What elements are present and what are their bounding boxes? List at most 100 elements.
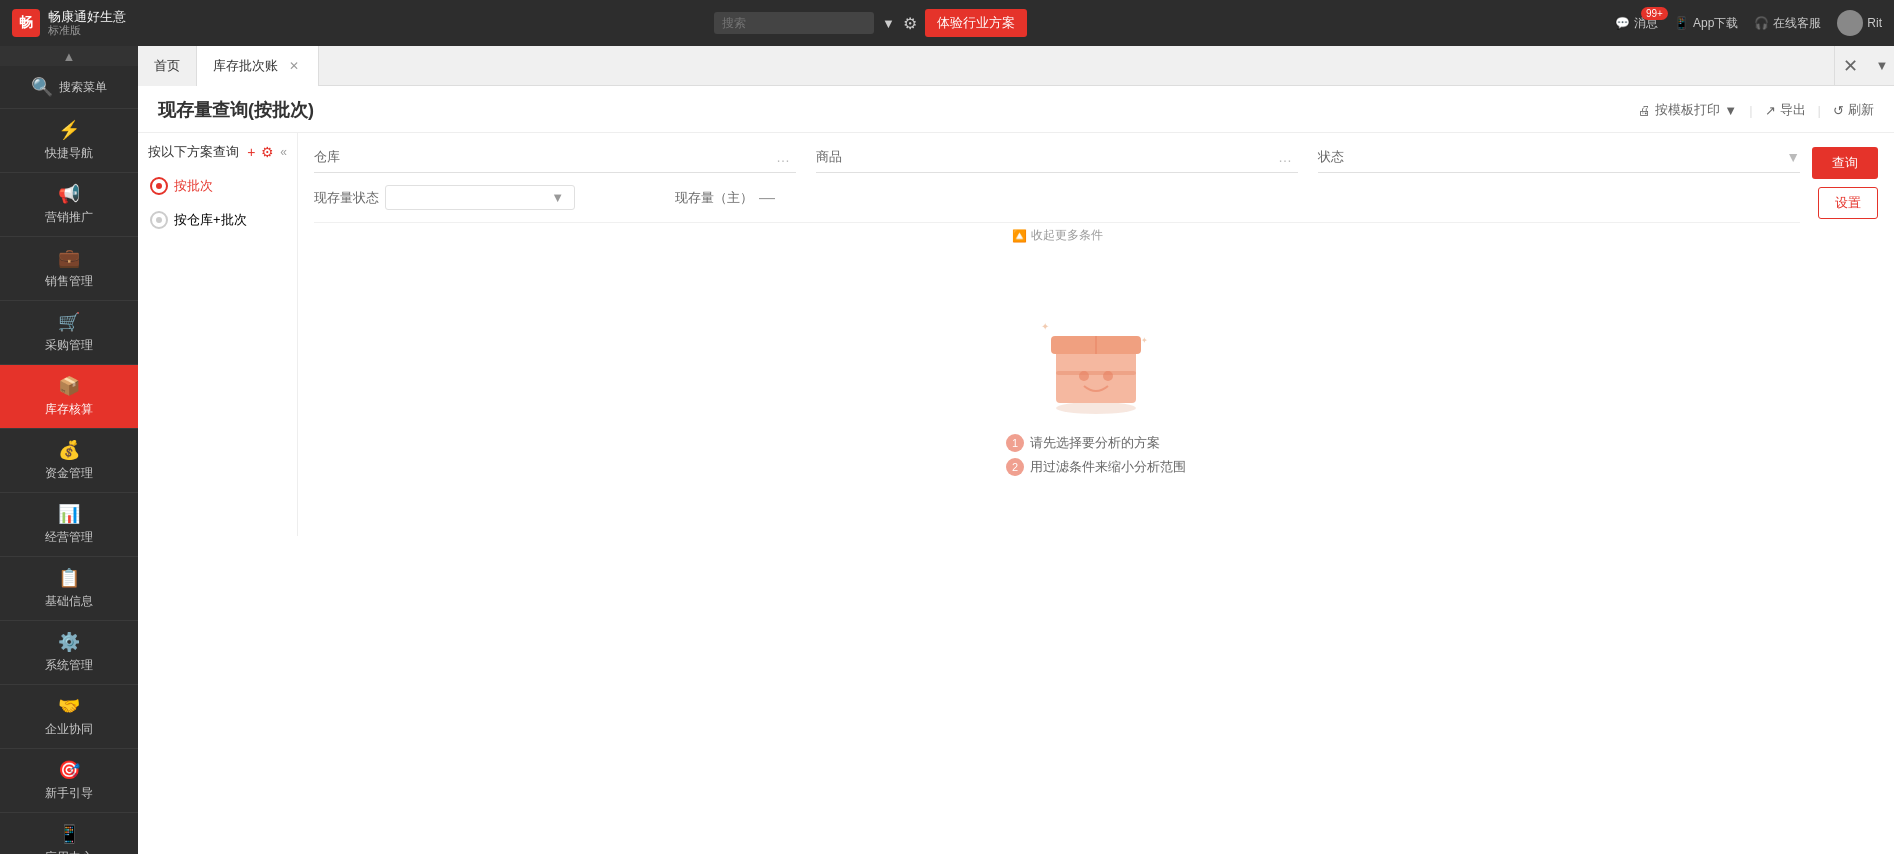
export-button[interactable]: ↗ 导出 xyxy=(1765,101,1806,119)
inventory-icon: 📦 xyxy=(58,375,80,397)
empty-hints: 1 请先选择要分析的方案 2 用过滤条件来缩小分析范围 xyxy=(1006,434,1186,476)
sep1: | xyxy=(1749,103,1752,118)
warehouse-input[interactable] xyxy=(342,147,770,166)
scheme-item-by-batch[interactable]: 按批次 xyxy=(138,169,297,203)
headset-icon: 🎧 xyxy=(1754,16,1769,30)
svg-rect-3 xyxy=(1056,348,1136,403)
sidebar-item-search[interactable]: 🔍 搜索菜单 xyxy=(0,66,138,109)
sidebar-item-inventory[interactable]: 📦 库存核算 xyxy=(0,365,138,429)
scheme-active-icon xyxy=(150,177,168,195)
phone-icon: 📱 xyxy=(1674,16,1689,30)
app-download-label: App下载 xyxy=(1693,15,1738,32)
online-service-button[interactable]: 🎧 在线客服 xyxy=(1754,15,1821,32)
sidebar-item-marketing[interactable]: 📢 营销推广 xyxy=(0,173,138,237)
sidebar-item-quick-nav[interactable]: ⚡ 快捷导航 xyxy=(0,109,138,173)
hint-1-text: 请先选择要分析的方案 xyxy=(1030,434,1160,452)
status-dropdown-icon[interactable]: ▼ xyxy=(1786,149,1800,165)
sales-icon: 💼 xyxy=(58,247,80,269)
warehouse-more-icon[interactable]: … xyxy=(770,149,796,165)
sidebar-item-guide[interactable]: 🎯 新手引导 xyxy=(0,749,138,813)
sidebar-label-app-center: 应用中心 xyxy=(45,849,93,854)
sidebar-item-enterprise[interactable]: 🤝 企业协同 xyxy=(0,685,138,749)
refresh-button[interactable]: ↺ 刷新 xyxy=(1833,101,1874,119)
tab-bar-more-button[interactable]: ▼ xyxy=(1870,46,1894,86)
sidebar-label-quick-nav: 快捷导航 xyxy=(45,145,93,162)
scheme-collapse-icon[interactable]: « xyxy=(280,145,287,159)
avatar-image xyxy=(1837,10,1863,36)
scheme-settings-icon[interactable]: ⚙ xyxy=(261,144,274,160)
export-icon: ↗ xyxy=(1765,103,1776,118)
sidebar-label-search: 搜索菜单 xyxy=(59,79,107,96)
sidebar-item-finance[interactable]: 💰 资金管理 xyxy=(0,429,138,493)
close-page-button[interactable]: ✕ xyxy=(1834,46,1866,86)
settings-icon[interactable]: ⚙ xyxy=(903,14,917,33)
sidebar-item-basic[interactable]: 📋 基础信息 xyxy=(0,557,138,621)
print-template-button[interactable]: 🖨 按模板打印 ▼ xyxy=(1638,101,1737,119)
sidebar-item-purchase[interactable]: 🛒 采购管理 xyxy=(0,301,138,365)
chevron-down-icon: ▼ xyxy=(1876,58,1889,73)
query-button[interactable]: 查询 xyxy=(1812,147,1878,179)
product-more-icon[interactable]: … xyxy=(1272,149,1298,165)
empty-hint-1: 1 请先选择要分析的方案 xyxy=(1006,434,1186,452)
scheme-panel: 按以下方案查询 + ⚙ « 按批次 xyxy=(138,133,298,536)
app-brand: 畅康通好生意 xyxy=(48,9,126,25)
tab-home[interactable]: 首页 xyxy=(138,46,197,86)
svg-point-1 xyxy=(156,217,162,223)
scheme-label-by-warehouse-batch: 按仓库+批次 xyxy=(174,211,247,229)
svg-text:✦: ✦ xyxy=(1041,321,1049,332)
svg-point-8 xyxy=(1103,371,1113,381)
topbar-right: 💬 消息 99+ 📱 App下载 🎧 在线客服 Rit xyxy=(1615,10,1882,36)
hint-2-text: 用过滤条件来缩小分析范围 xyxy=(1030,458,1186,476)
export-label: 导出 xyxy=(1780,101,1806,119)
inventory-qty-label: 现存量（主） xyxy=(675,189,753,207)
message-icon: 💬 xyxy=(1615,16,1630,30)
tab-close-button[interactable]: ✕ xyxy=(286,58,302,74)
main-layout: ▲ 🔍 搜索菜单 ⚡ 快捷导航 📢 营销推广 💼 销售管理 🛒 采购管理 📦 库… xyxy=(0,46,1894,854)
tab-batch-ledger[interactable]: 库存批次账 ✕ xyxy=(197,46,319,86)
page-title: 现存量查询(按批次) xyxy=(158,98,314,122)
empty-hint-2: 2 用过滤条件来缩小分析范围 xyxy=(1006,458,1186,476)
search-input[interactable] xyxy=(714,12,874,34)
tab-bar-right: ✕ ▼ xyxy=(1834,46,1894,86)
refresh-icon: ↺ xyxy=(1833,103,1844,118)
sidebar-label-purchase: 采购管理 xyxy=(45,337,93,354)
guide-icon: 🎯 xyxy=(58,759,80,781)
sidebar-label-finance: 资金管理 xyxy=(45,465,93,482)
enterprise-icon: 🤝 xyxy=(58,695,80,717)
sidebar-item-operations[interactable]: 📊 经营管理 xyxy=(0,493,138,557)
empty-state: ✦ ✦ 1 请先选择要分析的方案 2 用过滤条件来缩小分析范围 xyxy=(298,248,1894,536)
settings-button[interactable]: 设置 xyxy=(1818,187,1878,219)
scheme-panel-icons: + ⚙ « xyxy=(247,144,287,160)
basic-icon: 📋 xyxy=(58,567,80,589)
inventory-status-select[interactable]: ▼ xyxy=(385,185,575,210)
search-icon: 🔍 xyxy=(31,76,53,98)
inventory-qty-dash: — xyxy=(759,189,775,207)
sidebar-label-enterprise: 企业协同 xyxy=(45,721,93,738)
user-avatar[interactable]: Rit xyxy=(1837,10,1882,36)
scheme-item-by-warehouse-batch[interactable]: 按仓库+批次 xyxy=(138,203,297,237)
sidebar-item-sales[interactable]: 💼 销售管理 xyxy=(0,237,138,301)
refresh-label: 刷新 xyxy=(1848,101,1874,119)
add-scheme-icon[interactable]: + xyxy=(247,144,255,160)
app-center-icon: 📱 xyxy=(58,823,80,845)
trial-button[interactable]: 体验行业方案 xyxy=(925,9,1027,37)
content-area: 首页 库存批次账 ✕ ✕ ▼ 现存量查询(按批次) xyxy=(138,46,1894,854)
topbar-left: 畅 畅康通好生意 标准版 xyxy=(12,9,126,38)
sidebar-item-app-center[interactable]: 📱 应用中心 xyxy=(0,813,138,854)
product-input[interactable] xyxy=(844,147,1272,166)
topbar: 畅 畅康通好生意 标准版 ▼ ⚙ 体验行业方案 💬 消息 99+ 📱 App下载… xyxy=(0,0,1894,46)
dropdown-icon[interactable]: ▼ xyxy=(882,16,895,31)
sidebar-item-system[interactable]: ⚙️ 系统管理 xyxy=(0,621,138,685)
app-download-button[interactable]: 📱 App下载 xyxy=(1674,15,1738,32)
collapse-button[interactable]: 🔼 收起更多条件 xyxy=(314,222,1800,248)
sidebar-scroll-up[interactable]: ▲ xyxy=(0,46,138,66)
operations-icon: 📊 xyxy=(58,503,80,525)
topbar-center: ▼ ⚙ 体验行业方案 xyxy=(126,9,1615,37)
sidebar-label-operations: 经营管理 xyxy=(45,529,93,546)
sidebar-label-inventory: 库存核算 xyxy=(45,401,93,418)
marketing-icon: 📢 xyxy=(58,183,80,205)
svg-point-7 xyxy=(1079,371,1089,381)
close-icon: ✕ xyxy=(289,59,299,73)
messages-button[interactable]: 💬 消息 99+ xyxy=(1615,15,1658,32)
print-dropdown-icon: ▼ xyxy=(1724,103,1737,118)
